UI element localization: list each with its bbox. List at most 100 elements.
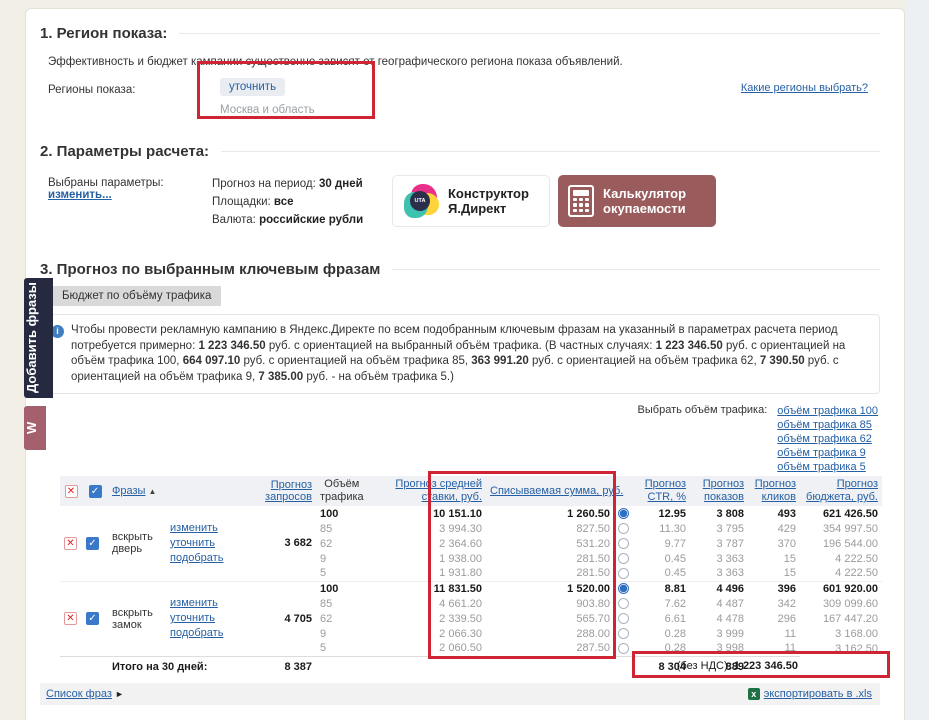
param-currency: Валюта: российские рубли	[212, 214, 364, 226]
info-text: Чтобы провести рекламную кампанию в Янде…	[71, 324, 846, 383]
traffic-value: 100	[316, 580, 362, 596]
traffic-volume-link[interactable]: объём трафика 9	[777, 446, 878, 460]
writeoff-value: 288.00	[576, 627, 610, 640]
param-platforms: Площадки: все	[212, 196, 294, 208]
clicks-value: 493	[777, 507, 796, 520]
phrase-action-link[interactable]: изменить	[170, 521, 234, 536]
param-period: Прогноз на период: 30 дней	[212, 178, 363, 190]
shows-value: 4 487	[716, 597, 744, 610]
header-traffic: Объём трафика	[320, 478, 364, 503]
shows-value: 3 998	[716, 642, 744, 655]
edit-params-link[interactable]: изменить...	[48, 189, 112, 201]
budget-value: 354 997.50	[822, 522, 878, 535]
phrase-action-link[interactable]: уточнить	[170, 536, 234, 551]
which-regions-link[interactable]: Какие регионы выбрать?	[741, 82, 868, 94]
add-phrases-tab[interactable]: Добавить фразы	[24, 278, 53, 398]
budget-value: 309 099.60	[822, 597, 878, 610]
header-shows-link[interactable]: Прогноз показов	[694, 478, 744, 504]
header-bid-link[interactable]: Прогноз средней ставки, руб.	[387, 478, 482, 504]
phrase-text: вскрыть дверь	[112, 531, 153, 556]
traffic-volume-link[interactable]: объём трафика 5	[777, 460, 878, 474]
traffic-volume-link[interactable]: объём трафика 62	[777, 432, 878, 446]
bid-value: 2 339.50	[439, 612, 482, 625]
section2-heading: 2. Параметры расчета:	[40, 143, 880, 160]
header-ctr-link[interactable]: Прогноз CTR, %	[642, 478, 686, 504]
clicks-value: 15	[783, 567, 796, 580]
phrase-action-link[interactable]: уточнить	[170, 611, 234, 626]
traffic-radio[interactable]	[618, 628, 629, 640]
budget-value: 4 222.50	[835, 567, 878, 580]
traffic-radio[interactable]	[618, 642, 629, 654]
ctr-value: 11.30	[659, 522, 686, 535]
shows-value: 3 787	[716, 537, 744, 550]
clicks-value: 429	[777, 522, 796, 535]
bid-value: 3 994.30	[439, 522, 482, 535]
regions-label: Регионы показа:	[48, 84, 136, 96]
phrase-action-link[interactable]: изменить	[170, 596, 234, 611]
tab-budget-by-traffic[interactable]: Бюджет по объёму трафика	[52, 286, 222, 306]
calculator-icon	[568, 185, 594, 217]
traffic-radio[interactable]	[618, 598, 629, 610]
ctr-value: 8.81	[638, 580, 690, 596]
writeoff-value: 903.80	[576, 597, 610, 610]
writeoff-value: 827.50	[576, 522, 610, 535]
traffic-value: 5	[320, 567, 327, 580]
sort-arrow-icon: ▲	[148, 487, 157, 496]
budget-value: 3 168.00	[835, 627, 878, 640]
phrase-list-link[interactable]: Список фраз	[46, 688, 112, 700]
phrase-checkbox[interactable]: ✓	[86, 536, 99, 550]
delete-phrase-icon[interactable]: ✕	[64, 536, 77, 550]
bid-value: 1 938.00	[439, 552, 482, 565]
header-clicks-link[interactable]: Прогноз кликов	[752, 478, 796, 504]
constructor-logo-icon: UTA	[403, 183, 439, 219]
shows-value: 3 363	[716, 552, 744, 565]
phrase-links: изменить уточнить подобрать	[166, 580, 238, 656]
forecast-card: 1. Регион показа: Эффективность и бюджет…	[24, 8, 905, 720]
writeoff-value: 287.50	[576, 642, 610, 655]
traffic-radio[interactable]	[618, 583, 629, 595]
traffic-radio[interactable]	[618, 523, 629, 535]
totals-label: Итого на 30 дней:	[108, 655, 238, 677]
bid-value: 4 661.20	[439, 597, 482, 610]
writeoff-value: 565.70	[576, 612, 610, 625]
traffic-radio[interactable]	[618, 508, 629, 520]
clicks-value: 11	[784, 642, 796, 655]
traffic-radio[interactable]	[618, 553, 629, 565]
header-queries-link[interactable]: Прогноз запросов	[265, 479, 312, 503]
clicks-value: 370	[777, 537, 796, 550]
constructor-banner[interactable]: UTA Конструктор Я.Директ	[392, 175, 550, 227]
shows-value: 3 795	[716, 522, 744, 535]
budget-value: 601 920.00	[800, 580, 882, 596]
w-side-tab[interactable]: W	[24, 406, 46, 450]
phrase-checkbox[interactable]: ✓	[86, 612, 99, 625]
traffic-radio[interactable]	[618, 538, 629, 550]
header-writeoff-link[interactable]: Списываемая сумма, руб.	[490, 485, 623, 497]
traffic-radio[interactable]	[618, 613, 629, 625]
ctr-value: 0.28	[664, 642, 686, 655]
traffic-value: 62	[320, 612, 333, 625]
traffic-value: 9	[320, 552, 327, 565]
section-region: 1. Регион показа: Эффективность и бюджет…	[40, 25, 880, 148]
bid-value: 10 151.10	[433, 507, 482, 520]
select-all-checkbox[interactable]: ✓	[88, 484, 102, 498]
export-xls-link[interactable]: экспортировать в .xls	[764, 688, 872, 700]
refine-regions-button[interactable]: уточнить	[220, 78, 286, 96]
delete-all-icon[interactable]: ✕	[64, 484, 78, 498]
traffic-volume-link[interactable]: объём трафика 85	[777, 418, 878, 432]
budget-value: 3 162.50	[835, 642, 878, 655]
delete-phrase-icon[interactable]: ✕	[64, 612, 77, 625]
writeoff-value: 531.20	[576, 537, 610, 550]
section-parameters: 2. Параметры расчета: Выбраны параметры:…	[40, 143, 880, 253]
ctr-value: 9.77	[664, 537, 686, 550]
sort-phrases-link[interactable]: Фразы	[112, 485, 145, 497]
header-budget-link[interactable]: Прогноз бюджета, руб.	[804, 478, 878, 504]
traffic-volume-link[interactable]: объём трафика 100	[777, 404, 878, 418]
chosen-params-label: Выбраны параметры:	[48, 177, 164, 189]
phrase-action-link[interactable]: подобрать	[170, 626, 234, 641]
writeoff-value: 1 520.00	[486, 580, 614, 596]
section1-heading: 1. Регион показа:	[40, 25, 880, 42]
clicks-value: 396	[748, 580, 800, 596]
traffic-radio[interactable]	[618, 567, 629, 579]
calculator-banner[interactable]: Калькулятор окупаемости	[558, 175, 716, 227]
phrase-action-link[interactable]: подобрать	[170, 551, 234, 566]
